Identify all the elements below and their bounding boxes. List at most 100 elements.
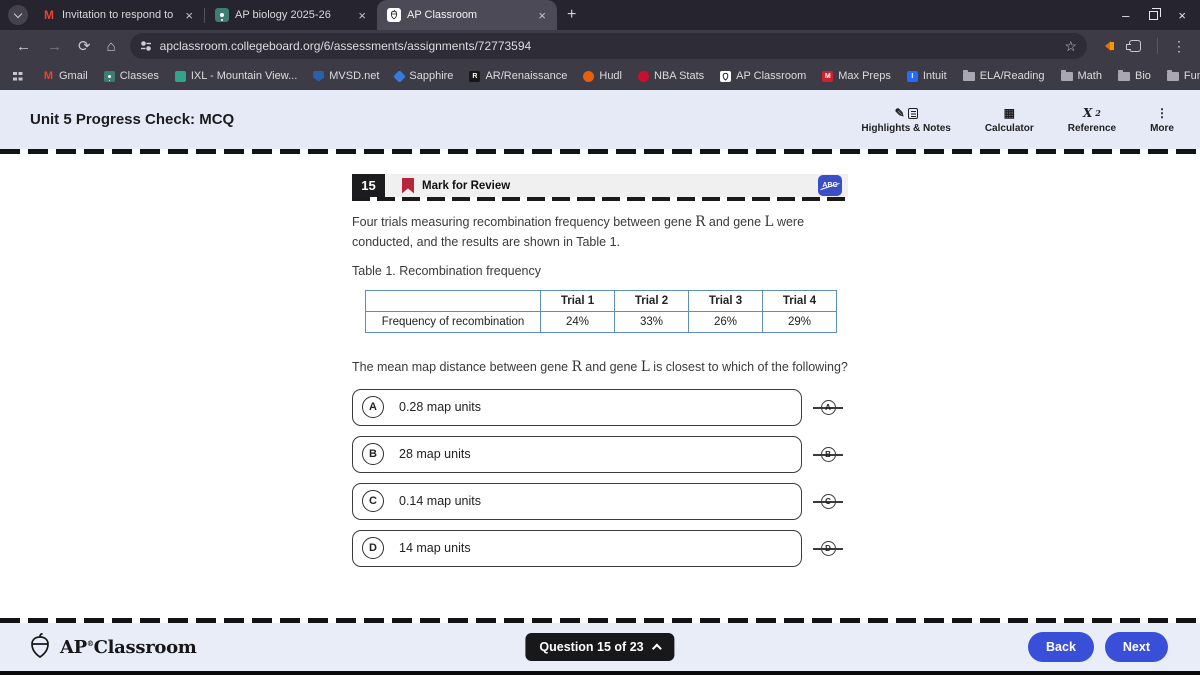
shield-icon — [313, 70, 325, 82]
table-row-label: Frequency of recombination — [365, 310, 541, 333]
address-bar[interactable]: apclassroom.collegeboard.org/6/assessmen… — [129, 33, 1087, 59]
gmail-icon: M — [43, 70, 54, 82]
bookmark-sapphire[interactable]: Sapphire — [393, 69, 454, 83]
toolbar-divider — [1157, 38, 1158, 54]
option-row-c: C 0.14 map units C — [352, 482, 848, 520]
reload-icon[interactable]: ⟳ — [78, 37, 91, 55]
url-text[interactable]: apclassroom.collegeboard.org/6/assessmen… — [160, 39, 1065, 53]
close-icon[interactable]: × — [535, 8, 549, 23]
table-header-cell: Trial 2 — [614, 289, 689, 312]
brand-text: AP®Classroom — [60, 636, 197, 658]
bookmark-folder-fun-sites[interactable]: Fun Sites — [1166, 69, 1200, 82]
assessment-footer: AP®Classroom Question 15 of 23 Back Next — [0, 623, 1200, 671]
eliminate-option-a-icon[interactable]: A — [813, 399, 843, 415]
eliminate-option-c-icon[interactable]: C — [813, 493, 843, 509]
site-settings-icon[interactable] — [140, 40, 152, 52]
chevron-up-icon — [652, 643, 663, 654]
next-button[interactable]: Next — [1104, 632, 1168, 662]
bookmark-label: IXL - Mountain View... — [190, 70, 298, 82]
renaissance-icon: R — [469, 70, 481, 82]
mark-for-review-label[interactable]: Mark for Review — [422, 180, 510, 192]
bookmark-maxpreps[interactable]: M Max Preps — [822, 70, 891, 82]
eliminate-option-b-icon[interactable]: B — [813, 446, 843, 462]
bookmark-classes[interactable]: Classes — [103, 70, 159, 82]
bookmark-gmail[interactable]: M Gmail — [43, 70, 88, 82]
tab-ap-biology[interactable]: AP biology 2025-26 × — [205, 0, 377, 30]
home-icon[interactable]: ⌂ — [107, 38, 116, 55]
bookmark-label: Intuit — [922, 70, 947, 82]
option-d[interactable]: D 14 map units — [352, 529, 802, 567]
ixl-icon — [174, 70, 186, 82]
question-number-badge: 15 — [352, 174, 385, 197]
close-icon[interactable]: × — [182, 8, 196, 23]
minimize-button[interactable]: – — [1122, 8, 1129, 23]
option-a[interactable]: A 0.28 map units — [352, 388, 802, 426]
highlights-notes-button[interactable]: ✎ Highlights & Notes — [861, 106, 950, 134]
google-classroom-icon — [103, 70, 115, 82]
new-tab-button[interactable]: + — [567, 6, 576, 24]
bookmark-ixl[interactable]: IXL - Mountain View... — [174, 70, 298, 82]
hudl-icon — [583, 70, 595, 82]
forward-icon[interactable]: → — [47, 38, 62, 55]
question-intro-text: Four trials measuring recombination freq… — [352, 214, 805, 249]
bookmark-intuit[interactable]: I Intuit — [906, 70, 947, 82]
adblock-extension-icon[interactable] — [1105, 41, 1111, 51]
option-letter-badge: D — [362, 537, 384, 560]
calculator-button[interactable]: ▦ Calculator — [985, 106, 1034, 134]
option-row-a: A 0.28 map units A — [352, 388, 848, 426]
close-window-button[interactable]: × — [1178, 8, 1186, 23]
eliminate-option-d-icon[interactable]: D — [813, 540, 843, 556]
bookmark-label: Max Preps — [838, 70, 891, 82]
bookmark-nba-stats[interactable]: NBA Stats — [638, 70, 704, 82]
tab-ap-classroom-active[interactable]: AP Classroom × — [377, 0, 557, 30]
option-b[interactable]: B 28 map units — [352, 435, 802, 473]
option-text: 0.14 map units — [399, 494, 481, 509]
close-icon[interactable]: × — [355, 8, 369, 23]
table-cell: 33% — [614, 310, 689, 333]
option-c[interactable]: C 0.14 map units — [352, 482, 802, 520]
question-navigator-button[interactable]: Question 15 of 23 — [525, 633, 675, 661]
table-header-cell: Trial 1 — [540, 289, 615, 312]
restore-window-button[interactable] — [1149, 7, 1162, 20]
bookmark-mvsd[interactable]: MVSD.net — [313, 70, 379, 82]
bookmark-label: Classes — [119, 70, 159, 82]
reference-button[interactable]: X2 Reference — [1068, 106, 1116, 134]
more-button[interactable]: ⋮ More — [1150, 106, 1174, 134]
note-icon — [907, 107, 918, 119]
bookmark-renaissance[interactable]: R AR/Renaissance — [469, 70, 567, 82]
reference-icon: X2 — [1082, 106, 1101, 120]
browser-menu-icon[interactable]: ⋮ — [1172, 38, 1186, 55]
mark-for-review-flag-icon[interactable] — [402, 177, 414, 194]
gem-icon — [393, 69, 407, 83]
bookmark-folder-bio[interactable]: Bio — [1117, 69, 1151, 82]
folder-icon — [1117, 69, 1130, 81]
option-row-b: B 28 map units B — [352, 435, 848, 473]
acorn-icon — [31, 633, 49, 659]
bookmark-label: Bio — [1134, 70, 1151, 82]
back-button[interactable]: Back — [1028, 632, 1094, 662]
extensions-puzzle-icon[interactable] — [1126, 40, 1141, 52]
bottom-edge-strip — [0, 671, 1200, 675]
bookmark-star-icon[interactable]: ☆ — [1064, 38, 1077, 55]
question-stem-text: The mean map distance between gene R and… — [352, 358, 848, 375]
tab-search-button[interactable] — [8, 5, 28, 25]
assessment-tools: ✎ Highlights & Notes ▦ Calculator X2 Ref… — [861, 106, 1174, 134]
bookmarks-bar: M Gmail Classes IXL - Mountain View... MV… — [0, 62, 1200, 90]
bookmark-folder-math[interactable]: Math — [1060, 69, 1102, 82]
tab-title: AP biology 2025-26 — [235, 9, 331, 21]
back-icon[interactable]: ← — [16, 38, 31, 55]
ap-classroom-logo: AP®Classroom — [28, 633, 197, 661]
footer-nav-buttons: Back Next — [1028, 632, 1168, 662]
eliminate-choices-icon[interactable]: ABC — [818, 175, 842, 196]
bookmark-label: Fun Sites — [1183, 70, 1200, 82]
bookmark-folder-ela[interactable]: ELA/Reading — [962, 69, 1045, 82]
answer-options: A 0.28 map units A B 28 map units B C 0.… — [352, 388, 848, 567]
bookmark-label: Hudl — [599, 70, 622, 82]
bookmark-hudl[interactable]: Hudl — [583, 70, 622, 82]
tab-gmail-invitation[interactable]: M Invitation to respond to the forn × — [32, 0, 204, 30]
bookmark-ap-classroom[interactable]: AP Classroom — [720, 70, 806, 82]
recombination-table: Trial 1 Trial 2 Trial 3 Trial 4 Frequenc… — [365, 289, 837, 333]
calculator-icon: ▦ — [1003, 105, 1015, 120]
window-controls: – × — [1122, 7, 1186, 23]
bookmark-label: Sapphire — [409, 70, 454, 82]
